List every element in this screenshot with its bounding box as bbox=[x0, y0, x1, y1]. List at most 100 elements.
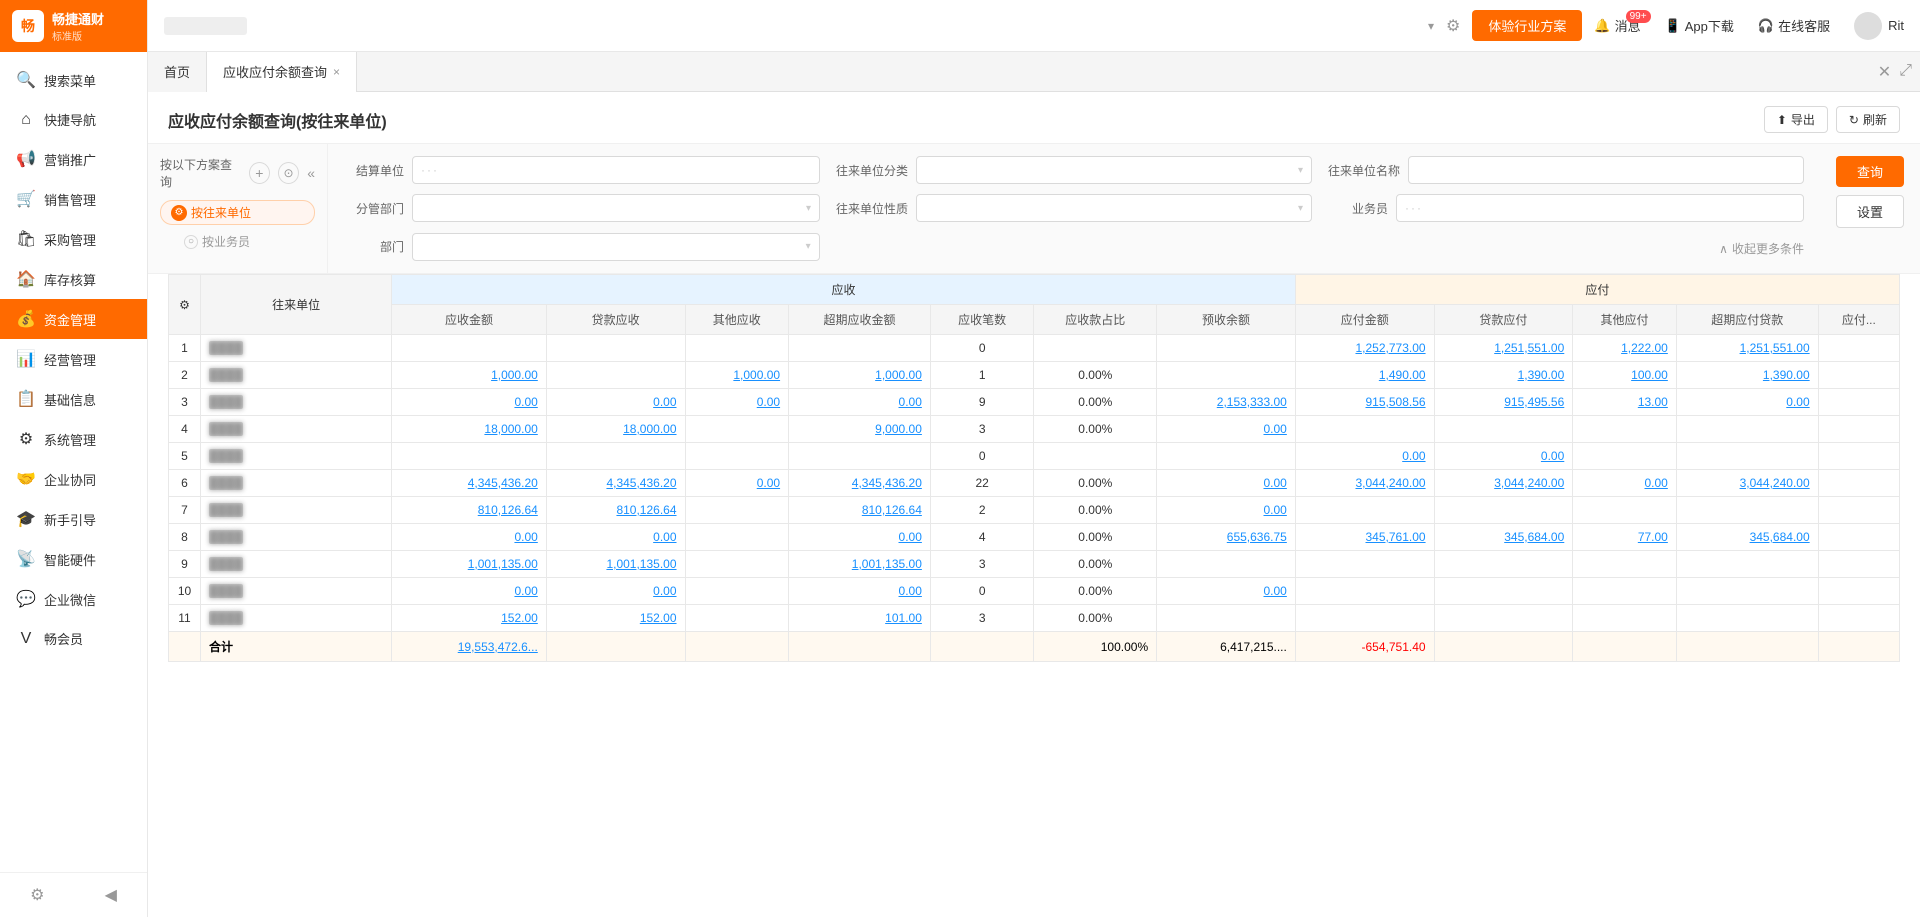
app-download-button[interactable]: 📱 App下载 bbox=[1665, 16, 1734, 35]
table-cell[interactable]: 0.00 bbox=[392, 389, 547, 416]
table-cell[interactable]: 18,000.00 bbox=[392, 416, 547, 443]
maximize-window-icon[interactable]: ⤢ bbox=[1899, 62, 1912, 82]
dropdown-arrow-icon[interactable]: ▾ bbox=[1428, 19, 1434, 33]
table-cell[interactable]: 0.00 bbox=[1676, 389, 1818, 416]
table-cell[interactable]: 1,001,135.00 bbox=[789, 551, 931, 578]
table-cell[interactable]: 1,252,773.00 bbox=[1295, 335, 1434, 362]
export-button[interactable]: ⬆ 导出 bbox=[1764, 106, 1828, 133]
sidebar-item-enterprise[interactable]: 🤝 企业协同 bbox=[0, 459, 147, 499]
table-cell[interactable]: 0.00 bbox=[789, 578, 931, 605]
table-cell[interactable]: 1,000.00 bbox=[685, 362, 789, 389]
close-window-icon[interactable]: ✕ bbox=[1878, 62, 1891, 82]
table-cell[interactable]: 4,345,436.20 bbox=[789, 470, 931, 497]
table-cell[interactable]: 3,044,240.00 bbox=[1434, 470, 1573, 497]
sidebar-item-sales[interactable]: 🛒 销售管理 bbox=[0, 179, 147, 219]
table-cell[interactable]: 0.00 bbox=[392, 524, 547, 551]
filter-add-button[interactable]: + bbox=[249, 162, 270, 184]
table-cell[interactable]: 1,490.00 bbox=[1295, 362, 1434, 389]
table-cell[interactable]: 0.00 bbox=[685, 389, 789, 416]
tab-close-icon[interactable]: × bbox=[333, 65, 340, 79]
notifications-button[interactable]: 🔔 消息 99+ bbox=[1594, 16, 1640, 35]
salesman-input[interactable]: ··· bbox=[1396, 194, 1804, 222]
table-cell[interactable]: 0.00 bbox=[789, 524, 931, 551]
table-cell[interactable]: 655,636.75 bbox=[1157, 524, 1296, 551]
table-cell[interactable]: 77.00 bbox=[1573, 524, 1677, 551]
table-cell[interactable]: 1,222.00 bbox=[1573, 335, 1677, 362]
table-cell[interactable]: 1,000.00 bbox=[392, 362, 547, 389]
table-cell[interactable]: 0.00 bbox=[1295, 443, 1434, 470]
user-area[interactable]: Rit bbox=[1854, 12, 1904, 40]
table-cell[interactable]: 915,508.56 bbox=[1295, 389, 1434, 416]
department-input[interactable]: ▾ bbox=[412, 194, 820, 222]
table-cell[interactable]: 1,251,551.00 bbox=[1434, 335, 1573, 362]
filter-collapse-button[interactable]: « bbox=[307, 165, 315, 181]
sidebar-item-funds[interactable]: 💰 资金管理 bbox=[0, 299, 147, 339]
solution-button[interactable]: 体验行业方案 bbox=[1472, 10, 1582, 41]
table-cell[interactable]: 0.00 bbox=[546, 524, 685, 551]
sidebar-item-operations[interactable]: 📊 经营管理 bbox=[0, 339, 147, 379]
table-cell[interactable]: 0.00 bbox=[1434, 443, 1573, 470]
table-cell[interactable]: 152.00 bbox=[392, 605, 547, 632]
online-service-button[interactable]: 🎧 在线客服 bbox=[1758, 16, 1830, 35]
sidebar-item-system[interactable]: ⚙ 系统管理 bbox=[0, 419, 147, 459]
table-cell[interactable]: 810,126.64 bbox=[789, 497, 931, 524]
table-cell[interactable]: 1,000.00 bbox=[789, 362, 931, 389]
table-cell[interactable]: 0.00 bbox=[546, 389, 685, 416]
table-cell[interactable]: 18,000.00 bbox=[546, 416, 685, 443]
footer-ar-amount[interactable]: 19,553,472.6... bbox=[392, 632, 547, 662]
collapse-more-button[interactable]: ∧ 收起更多条件 bbox=[1719, 236, 1804, 261]
table-cell[interactable]: 810,126.64 bbox=[546, 497, 685, 524]
settlement-unit-input[interactable]: ··· bbox=[412, 156, 820, 184]
query-button[interactable]: 查询 bbox=[1836, 156, 1904, 187]
table-cell[interactable]: 152.00 bbox=[546, 605, 685, 632]
table-cell[interactable]: 1,390.00 bbox=[1676, 362, 1818, 389]
sidebar-item-quick-nav[interactable]: ⌂ 快捷导航 bbox=[0, 100, 147, 139]
table-cell[interactable]: 0.00 bbox=[1157, 578, 1296, 605]
gear-icon[interactable]: ⚙ bbox=[1446, 16, 1460, 36]
partner-category-input[interactable]: ▾ bbox=[916, 156, 1312, 184]
table-cell[interactable]: 3,044,240.00 bbox=[1295, 470, 1434, 497]
table-cell[interactable]: 1,390.00 bbox=[1434, 362, 1573, 389]
sidebar-item-basic-info[interactable]: 📋 基础信息 bbox=[0, 379, 147, 419]
table-cell[interactable]: 1,001,135.00 bbox=[546, 551, 685, 578]
table-cell[interactable]: 2,153,333.00 bbox=[1157, 389, 1296, 416]
settings-bottom-icon[interactable]: ⚙ bbox=[30, 885, 44, 905]
table-cell[interactable]: 4,345,436.20 bbox=[392, 470, 547, 497]
tab-home[interactable]: 首页 bbox=[148, 52, 207, 92]
table-cell[interactable]: 0.00 bbox=[1157, 416, 1296, 443]
table-cell[interactable]: 915,495.56 bbox=[1434, 389, 1573, 416]
table-cell[interactable]: 3,044,240.00 bbox=[1676, 470, 1818, 497]
table-cell[interactable]: 0.00 bbox=[789, 389, 931, 416]
partner-name-input[interactable] bbox=[1408, 156, 1804, 184]
sidebar-item-inventory[interactable]: 🏠 库存核算 bbox=[0, 259, 147, 299]
table-cell[interactable]: 1,251,551.00 bbox=[1676, 335, 1818, 362]
table-cell[interactable]: 0.00 bbox=[392, 578, 547, 605]
sidebar-item-search-menu[interactable]: 🔍 搜索菜单 bbox=[0, 60, 147, 100]
table-cell[interactable]: 100.00 bbox=[1573, 362, 1677, 389]
table-cell[interactable]: 0.00 bbox=[1157, 470, 1296, 497]
sidebar-item-purchase[interactable]: 🛍 采购管理 bbox=[0, 219, 147, 259]
sidebar-item-smart-hw[interactable]: 📡 智能硬件 bbox=[0, 539, 147, 579]
dept-input[interactable]: ▾ bbox=[412, 233, 820, 261]
scheme-partner-tag[interactable]: ⚙ 按往来单位 bbox=[160, 200, 315, 225]
table-cell[interactable]: 0.00 bbox=[1573, 470, 1677, 497]
table-cell[interactable]: 13.00 bbox=[1573, 389, 1677, 416]
table-cell[interactable]: 345,684.00 bbox=[1434, 524, 1573, 551]
sidebar-item-beginner[interactable]: 🎓 新手引导 bbox=[0, 499, 147, 539]
table-cell[interactable]: 0.00 bbox=[1157, 497, 1296, 524]
filter-settings-button[interactable]: ⊙ bbox=[278, 162, 299, 184]
set-button[interactable]: 设置 bbox=[1836, 195, 1904, 228]
table-cell[interactable]: 345,684.00 bbox=[1676, 524, 1818, 551]
tab-query[interactable]: 应收应付余额查询 × bbox=[207, 52, 357, 92]
table-cell[interactable]: 345,761.00 bbox=[1295, 524, 1434, 551]
table-cell[interactable]: 1,001,135.00 bbox=[392, 551, 547, 578]
table-settings-icon[interactable]: ⚙ bbox=[179, 298, 190, 312]
table-cell[interactable]: 9,000.00 bbox=[789, 416, 931, 443]
sidebar-item-member[interactable]: V 畅会员 bbox=[0, 619, 147, 658]
table-cell[interactable]: 101.00 bbox=[789, 605, 931, 632]
table-cell[interactable]: 4,345,436.20 bbox=[546, 470, 685, 497]
table-cell[interactable]: 0.00 bbox=[685, 470, 789, 497]
table-cell[interactable]: 0.00 bbox=[546, 578, 685, 605]
sidebar-item-marketing[interactable]: 📢 营销推广 bbox=[0, 139, 147, 179]
table-cell[interactable]: 810,126.64 bbox=[392, 497, 547, 524]
